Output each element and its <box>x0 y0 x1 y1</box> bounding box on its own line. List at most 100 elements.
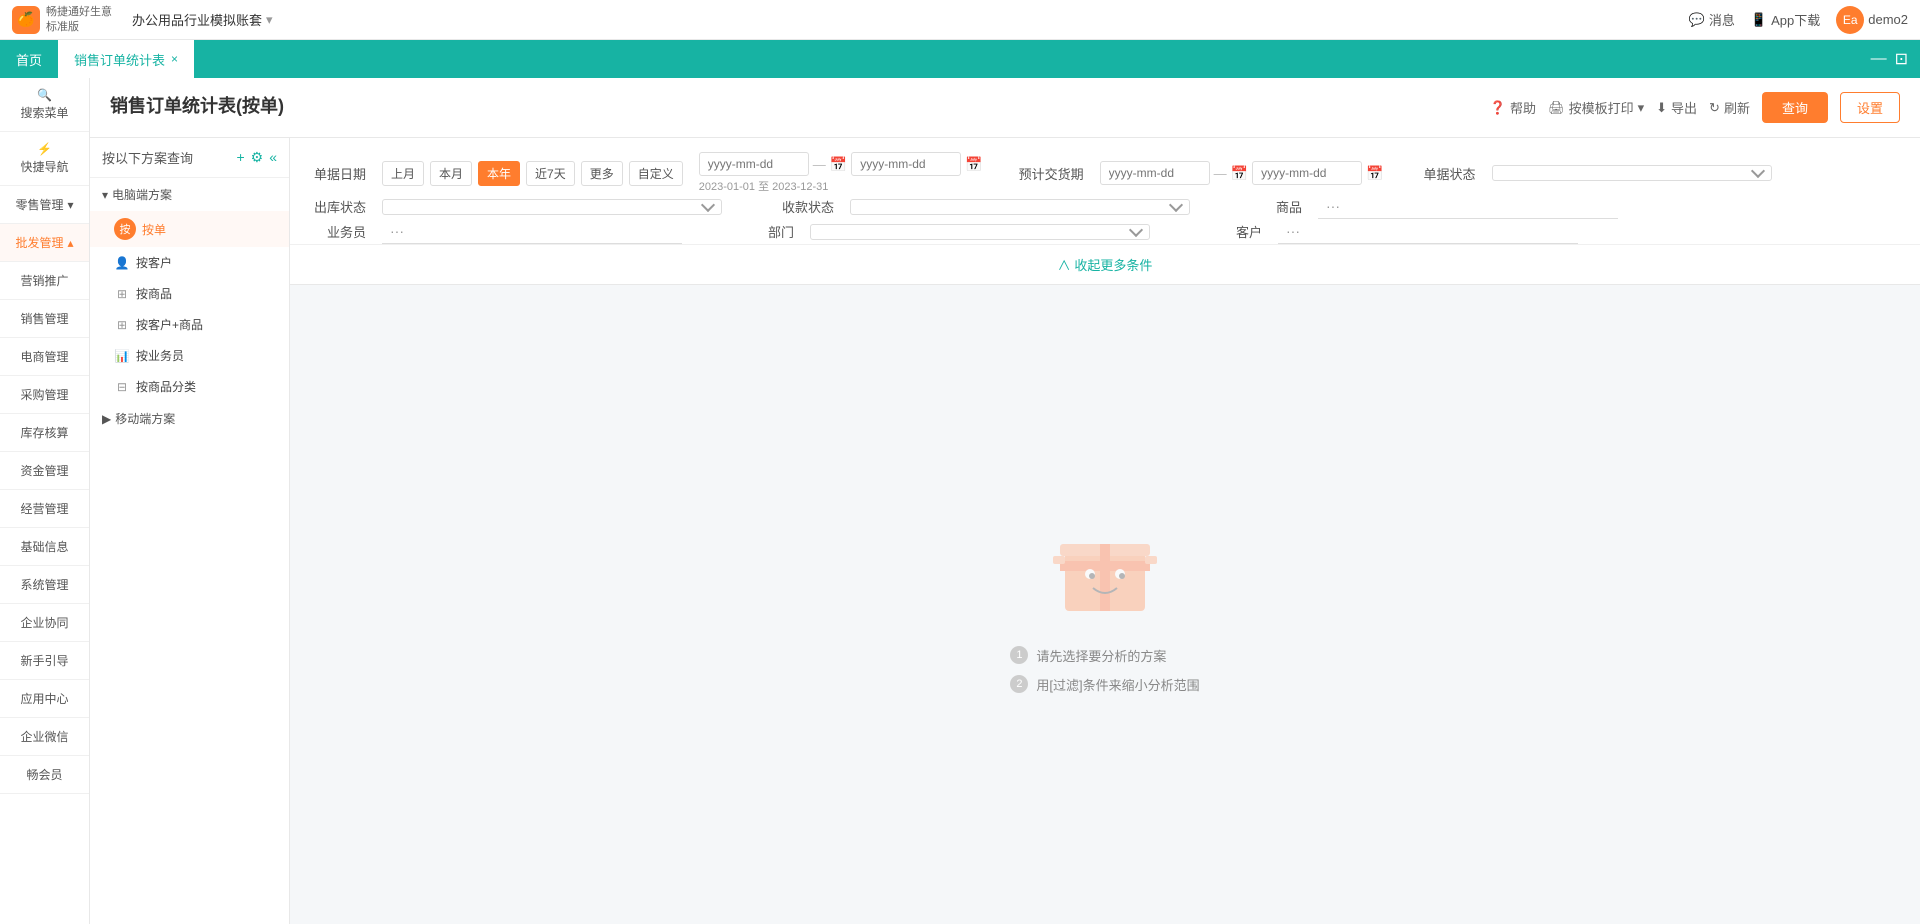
sidebar-item-sales[interactable]: 销售管理 <box>0 300 89 338</box>
date-end-calendar-icon[interactable]: 📅 <box>965 156 982 173</box>
sidebar-item-inventory[interactable]: 库存核算 <box>0 414 89 452</box>
app-download-button[interactable]: 📱 App下载 <box>1751 10 1820 29</box>
query-button[interactable]: 查询 <box>1762 92 1828 123</box>
tab-minimize-icon[interactable]: — <box>1871 50 1887 68</box>
more-btn[interactable]: 更多 <box>581 161 623 186</box>
this-month-btn[interactable]: 本月 <box>430 161 472 186</box>
collapse-filters-button[interactable]: ∧ 收起更多条件 <box>290 244 1920 284</box>
product-more-icon[interactable]: ··· <box>1326 198 1340 214</box>
export-icon: ⬇ <box>1656 100 1667 116</box>
collapse-chevron-icon: ∧ <box>1058 258 1071 273</box>
scheme-actions: + ⚙ « <box>236 149 277 166</box>
scheme-mobile-category[interactable]: ▶ 移动端方案 <box>90 402 289 435</box>
customer-more-icon[interactable]: ··· <box>1286 223 1300 239</box>
custom-btn[interactable]: 自定义 <box>629 161 683 186</box>
doc-status-label: 单据状态 <box>1420 164 1476 183</box>
customer-input-area[interactable]: ··· <box>1278 219 1578 244</box>
tab-sales-order-stats[interactable]: 销售订单统计表 × <box>58 40 194 78</box>
chevron-down-icon: ▾ <box>67 198 73 212</box>
predicted-date-end-input[interactable] <box>1252 161 1362 185</box>
sidebar-item-system[interactable]: 系统管理 <box>0 566 89 604</box>
refresh-icon: ↻ <box>1709 100 1720 116</box>
scheme-bar-icon: 📊 <box>114 348 130 364</box>
scheme-active-icon: 按 <box>114 218 136 240</box>
warehouse-status-select[interactable] <box>382 199 722 215</box>
logo-area: 🍊 畅捷通好生意 标准版 <box>12 5 112 34</box>
sidebar-item-basic[interactable]: 基础信息 <box>0 528 89 566</box>
sidebar-item-search-menu[interactable]: 🔍 搜索菜单 <box>0 78 89 132</box>
predicted-date-start-input[interactable] <box>1100 161 1210 185</box>
user-profile[interactable]: Ea demo2 <box>1836 6 1908 34</box>
scheme-add-button[interactable]: + <box>236 149 244 166</box>
breadcrumb[interactable]: 办公用品行业模拟账套 ▾ <box>132 10 273 29</box>
help-button[interactable]: ❓ 帮助 <box>1490 98 1536 117</box>
date-end-input[interactable] <box>851 152 961 176</box>
quick-nav-icon: ⚡ <box>37 142 52 156</box>
scheme-category-arrow: ▾ <box>102 188 108 202</box>
department-select[interactable] <box>810 224 1150 240</box>
scheme-item-by-product[interactable]: ⊞ 按商品 <box>90 278 289 309</box>
sidebar-item-ecommerce[interactable]: 电商管理 <box>0 338 89 376</box>
step-2-number: 2 <box>1010 675 1028 693</box>
help-icon: ❓ <box>1490 100 1506 116</box>
scheme-collapse-button[interactable]: « <box>269 149 277 166</box>
right-panel: 单据日期 上月 本月 本年 近7天 更多 自定义 <box>290 138 1920 924</box>
export-button[interactable]: ⬇ 导出 <box>1656 98 1697 117</box>
date-label: 单据日期 <box>310 164 366 183</box>
sidebar-item-enterprise[interactable]: 企业协同 <box>0 604 89 642</box>
sidebar-item-newbie[interactable]: 新手引导 <box>0 642 89 680</box>
salesperson-more-icon[interactable]: ··· <box>390 223 404 239</box>
settings-button[interactable]: 设置 <box>1840 92 1900 123</box>
tab-maximize-icon[interactable]: ⊡ <box>1895 49 1908 69</box>
scheme-header: 按以下方案查询 + ⚙ « <box>90 138 289 178</box>
scheme-pc-category[interactable]: ▾ 电脑端方案 <box>90 178 289 211</box>
sidebar-item-member[interactable]: 畅会员 <box>0 756 89 794</box>
main-layout: 🔍 搜索菜单 ⚡ 快捷导航 零售管理 ▾ 批发管理 ▴ 营销推广 销售管理 电商… <box>0 78 1920 924</box>
scheme-item-by-order[interactable]: 按 按单 <box>90 211 289 247</box>
doc-status-select[interactable] <box>1492 165 1772 181</box>
scheme-settings-button[interactable]: ⚙ <box>251 149 264 166</box>
sidebar-item-wholesale[interactable]: 批发管理 ▴ <box>0 224 89 262</box>
scheme-item-by-customer-product[interactable]: ⊞ 按客户+商品 <box>90 309 289 340</box>
print-button[interactable]: 🖨 按模板打印 ▾ <box>1548 98 1644 117</box>
scheme-item-by-product-category[interactable]: ⊟ 按商品分类 <box>90 371 289 402</box>
predicted-date-calendar-icon[interactable]: 📅 <box>1231 165 1248 182</box>
tab-bar: 首页 销售订单统计表 × — ⊡ <box>0 40 1920 78</box>
date-calendar-icon[interactable]: 📅 <box>830 156 847 173</box>
sidebar-item-apps[interactable]: 应用中心 <box>0 680 89 718</box>
sidebar-item-retail[interactable]: 零售管理 ▾ <box>0 186 89 224</box>
last-month-btn[interactable]: 上月 <box>382 161 424 186</box>
salesperson-input-area[interactable]: ··· <box>382 219 682 244</box>
date-start-input[interactable] <box>699 152 809 176</box>
tab-close-icon[interactable]: × <box>171 52 178 66</box>
predicted-date-end-calendar-icon[interactable]: 📅 <box>1366 165 1383 182</box>
sidebar-item-marketing[interactable]: 营销推广 <box>0 262 89 300</box>
left-scheme-panel: 按以下方案查询 + ⚙ « ▾ 电脑端方案 按 按单 <box>90 138 290 924</box>
department-label: 部门 <box>738 222 794 241</box>
department-chevron-icon <box>1129 222 1143 236</box>
scheme-item-by-customer[interactable]: 👤 按客户 <box>90 247 289 278</box>
payment-status-select[interactable] <box>850 199 1190 215</box>
sidebar-item-operation[interactable]: 经营管理 <box>0 490 89 528</box>
print-icon: 🖨 <box>1548 100 1565 116</box>
scheme-item-by-salesperson[interactable]: 📊 按业务员 <box>90 340 289 371</box>
message-icon: 💬 <box>1689 12 1705 28</box>
sidebar-item-purchase[interactable]: 采购管理 <box>0 376 89 414</box>
last7days-btn[interactable]: 近7天 <box>526 161 575 186</box>
message-button[interactable]: 💬 消息 <box>1689 10 1735 29</box>
search-icon: 🔍 <box>37 88 52 102</box>
sidebar-item-quick-nav[interactable]: ⚡ 快捷导航 <box>0 132 89 186</box>
predicted-date-separator: — <box>1214 166 1227 181</box>
refresh-button[interactable]: ↻ 刷新 <box>1709 98 1750 117</box>
product-input-area[interactable]: ··· <box>1318 194 1618 219</box>
page-header: 销售订单统计表(按单) ❓ 帮助 🖨 按模板打印 ▾ ⬇ 导出 ↻ 刷新 <box>90 78 1920 138</box>
sidebar-item-finance[interactable]: 资金管理 <box>0 452 89 490</box>
print-arrow-icon: ▾ <box>1638 100 1645 116</box>
scheme-person-icon: 👤 <box>114 255 130 271</box>
sidebar-item-wechat[interactable]: 企业微信 <box>0 718 89 756</box>
scheme-combo-icon: ⊞ <box>114 317 130 333</box>
this-year-btn[interactable]: 本年 <box>478 161 520 186</box>
tab-home[interactable]: 首页 <box>0 40 58 78</box>
results-area: 1 请先选择要分析的方案 2 用[过滤]条件来缩小分析范围 <box>290 285 1920 924</box>
empty-state: 1 请先选择要分析的方案 2 用[过滤]条件来缩小分析范围 <box>290 285 1920 924</box>
